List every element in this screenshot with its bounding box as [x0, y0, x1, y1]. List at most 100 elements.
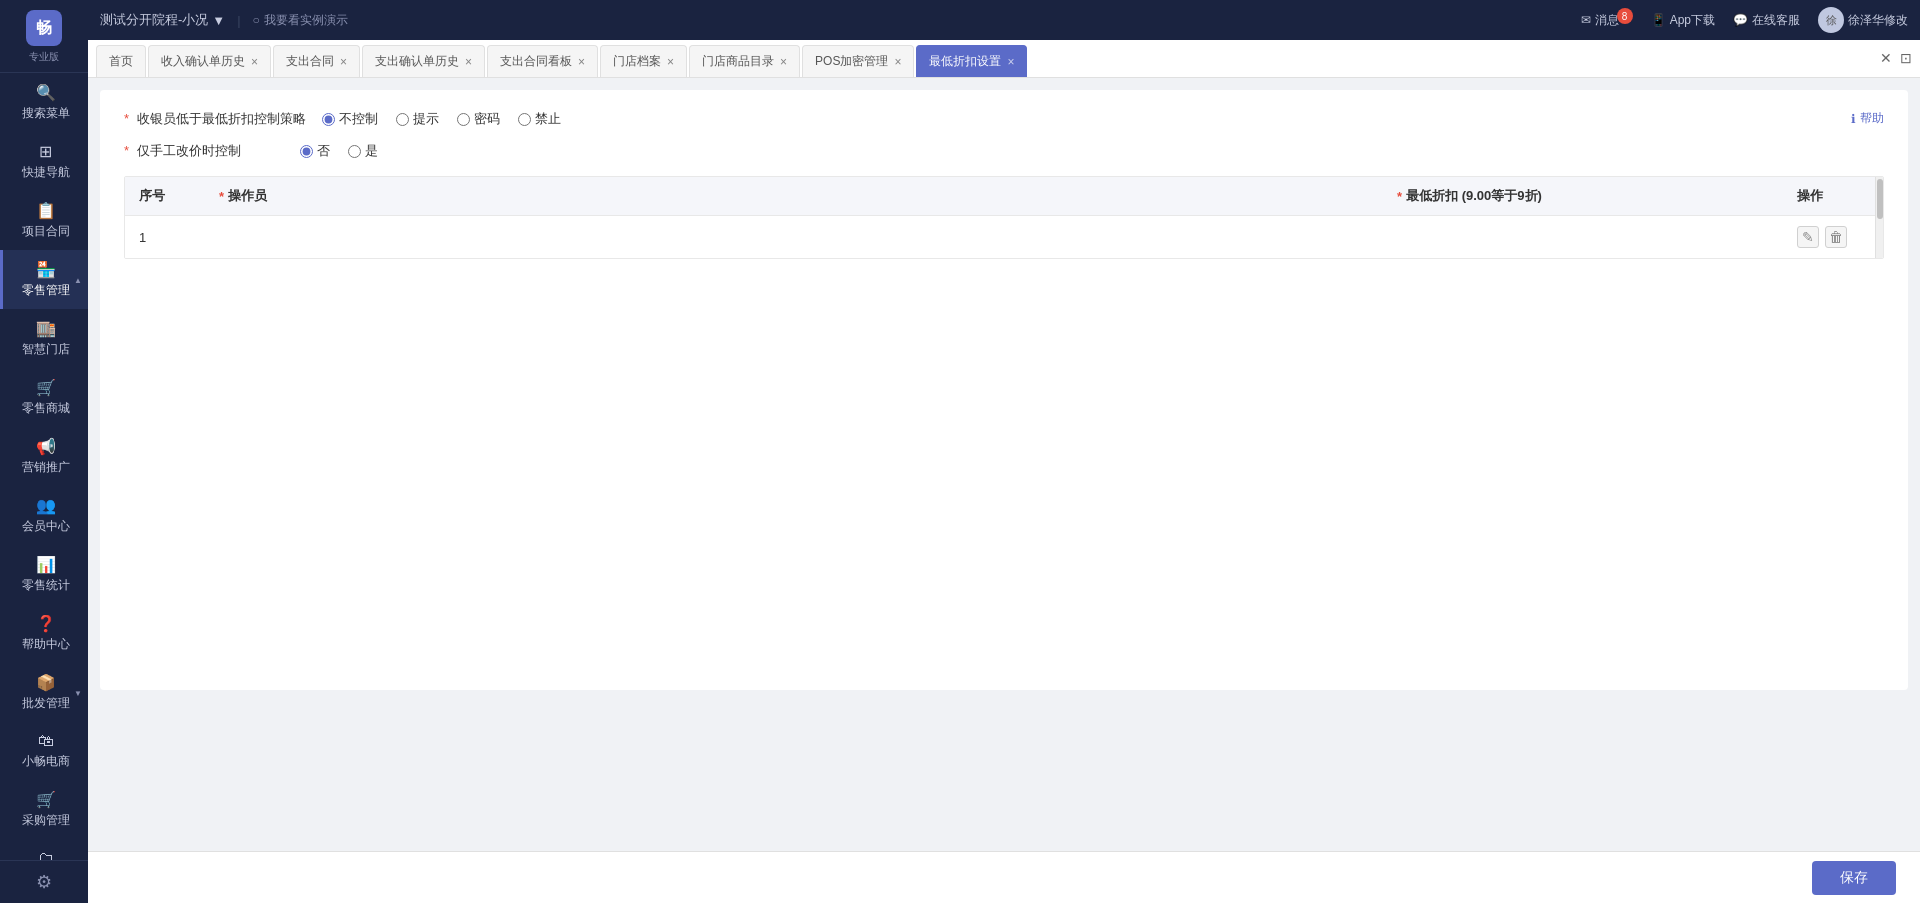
radio-forbid[interactable]: 禁止	[518, 110, 561, 128]
sidebar-item-ecommerce[interactable]: 🛍 小畅电商	[0, 722, 88, 780]
logo-icon: 畅	[26, 10, 62, 46]
tab-close-btn[interactable]: ×	[340, 55, 347, 69]
radio-remind[interactable]: 提示	[396, 110, 439, 128]
th-min-discount: * 最低折扣 (9.00等于9折)	[1383, 177, 1783, 215]
table-scrollbar-thumb[interactable]	[1877, 179, 1883, 219]
message-button[interactable]: ✉ 消息 8	[1581, 12, 1633, 29]
sidebar-item-help[interactable]: ❓ 帮助中心	[0, 604, 88, 663]
radio-password[interactable]: 密码	[457, 110, 500, 128]
app-download-label: App下载	[1670, 12, 1715, 29]
tab-payment-confirm[interactable]: 支出确认单历史 ×	[362, 45, 485, 77]
sidebar-item-search[interactable]: 🔍 搜索菜单	[0, 73, 88, 132]
tab-label: 门店商品目录	[702, 53, 774, 70]
demo-link[interactable]: ○ 我要看实例演示	[253, 12, 348, 29]
tab-close-btn[interactable]: ×	[894, 55, 901, 69]
tab-income-confirm[interactable]: 收入确认单历史 ×	[148, 45, 271, 77]
sidebar-item-label: 零售统计	[22, 577, 70, 594]
sidebar-item-label: 搜索菜单	[22, 105, 70, 122]
shortcut-icon: ⊞	[39, 142, 52, 161]
sidebar-item-label: 营销推广	[22, 459, 70, 476]
sidebar-item-wholesale[interactable]: 📦 批发管理	[0, 663, 88, 722]
app-download-button[interactable]: 📱 App下载	[1651, 12, 1715, 29]
tab-payment-board[interactable]: 支出合同看板×	[487, 45, 598, 77]
sidebar-item-label: 智慧门店	[22, 341, 70, 358]
radio-no-control[interactable]: 不控制	[322, 110, 378, 128]
settings-icon[interactable]: ⚙	[36, 871, 52, 893]
tab-store-archive[interactable]: 门店档案×	[600, 45, 687, 77]
tab-label: 收入确认单历史	[161, 53, 245, 70]
user-name: 徐泽华修改	[1848, 12, 1908, 29]
tab-close-btn[interactable]: ×	[578, 55, 585, 69]
delete-button[interactable]: 🗑	[1825, 226, 1847, 248]
close-tab-icon[interactable]: ✕	[1880, 50, 1892, 66]
online-service-button[interactable]: 💬 在线客服	[1733, 12, 1800, 29]
member-icon: 👥	[36, 496, 56, 515]
sidebar-item-label: 零售管理	[22, 282, 70, 299]
project-selector[interactable]: 测试分开院程-小况 ▼	[100, 11, 225, 29]
discount-table: 序号 * 操作员 * 最低折扣 (9.00等于9折) 操作	[124, 176, 1884, 259]
table-body: 1 ✎ 🗑	[125, 216, 1883, 258]
tab-close-btn[interactable]: ×	[667, 55, 674, 69]
sidebar-item-marketing[interactable]: 📢 营销推广	[0, 427, 88, 486]
sidebar-item-online-store[interactable]: 🛒 零售商城	[0, 368, 88, 427]
sidebar-item-label: 采购管理	[22, 812, 70, 829]
tab-min-discount[interactable]: 最低折扣设置 ×	[916, 45, 1027, 77]
sidebar-item-retail-stats[interactable]: 📊 零售统计	[0, 545, 88, 604]
dropdown-icon: ▼	[212, 13, 225, 28]
online-store-icon: 🛒	[36, 378, 56, 397]
sidebar-item-purchase[interactable]: 🛒 采购管理	[0, 780, 88, 839]
sidebar-item-project[interactable]: 📋 项目合同	[0, 191, 88, 250]
field1-label: * 收银员低于最低折扣控制策略	[124, 110, 306, 128]
retail-icon: 🏪	[36, 260, 56, 279]
tab-store-product[interactable]: 门店商品目录 ×	[689, 45, 800, 77]
radio-no[interactable]: 否	[300, 142, 330, 160]
user-menu[interactable]: 徐 徐泽华修改	[1818, 7, 1908, 33]
tab-pos-password[interactable]: POS加密管理 ×	[802, 45, 914, 77]
sidebar-item-label: 小畅电商	[22, 753, 70, 770]
topbar-left: 测试分开院程-小况 ▼ | ○ 我要看实例演示	[100, 11, 348, 29]
wholesale-icon: 📦	[36, 673, 56, 692]
th-seq: 序号	[125, 177, 205, 215]
sidebar: 畅 专业版 🔍 搜索菜单 ⊞ 快捷导航 📋 项目合同 🏪 零售管理 🏬 智慧门店…	[0, 0, 88, 903]
help-link[interactable]: ℹ 帮助	[1851, 110, 1884, 127]
marketing-icon: 📢	[36, 437, 56, 456]
topbar: 测试分开院程-小况 ▼ | ○ 我要看实例演示 ✉ 消息 8 📱 App下载 💬…	[88, 0, 1920, 40]
project-icon: 📋	[36, 201, 56, 220]
help-icon: ❓	[36, 614, 56, 633]
tab-close-btn[interactable]: ×	[1007, 55, 1014, 69]
cell-operator	[205, 216, 1383, 258]
sidebar-item-inventory[interactable]: 🗂 库存核算	[0, 839, 88, 860]
tab-label: POS加密管理	[815, 53, 888, 70]
demo-text: 我要看实例演示	[264, 12, 348, 29]
tab-close-btn[interactable]: ×	[251, 55, 258, 69]
footer-bar: 保存	[88, 851, 1920, 903]
tab-label: 支出确认单历史	[375, 53, 459, 70]
tab-close-btn[interactable]: ×	[780, 55, 787, 69]
help-icon: ℹ	[1851, 112, 1856, 126]
table-scrollbar[interactable]	[1875, 177, 1883, 258]
sidebar-item-label: 批发管理	[22, 695, 70, 712]
sidebar-item-retail[interactable]: 🏪 零售管理	[0, 250, 88, 309]
th-operator: * 操作员	[205, 177, 1383, 215]
tab-home[interactable]: 首页	[96, 45, 146, 77]
tab-label: 最低折扣设置	[929, 53, 1001, 70]
field1-radio-group: 不控制 提示 密码 禁止	[322, 110, 561, 128]
action-buttons: ✎ 🗑	[1797, 226, 1847, 248]
tab-payment-contract[interactable]: 支出合同×	[273, 45, 360, 77]
inventory-icon: 🗂	[38, 849, 54, 860]
save-button[interactable]: 保存	[1812, 861, 1896, 895]
sidebar-bottom[interactable]: ⚙	[0, 860, 88, 903]
sidebar-item-smart-store[interactable]: 🏬 智慧门店	[0, 309, 88, 368]
sidebar-item-member[interactable]: 👥 会员中心	[0, 486, 88, 545]
project-name: 测试分开院程-小况	[100, 11, 208, 29]
edit-button[interactable]: ✎	[1797, 226, 1819, 248]
sidebar-item-shortcut[interactable]: ⊞ 快捷导航	[0, 132, 88, 191]
settings-card: ℹ 帮助 * 收银员低于最低折扣控制策略 不控制 提示	[100, 90, 1908, 690]
tab-close-btn[interactable]: ×	[465, 55, 472, 69]
sidebar-menu: 🔍 搜索菜单 ⊞ 快捷导航 📋 项目合同 🏪 零售管理 🏬 智慧门店 🛒 零售商…	[0, 73, 88, 860]
search-icon: 🔍	[36, 83, 56, 102]
radio-yes[interactable]: 是	[348, 142, 378, 160]
expand-icon[interactable]: ⊡	[1900, 50, 1912, 66]
avatar: 徐	[1818, 7, 1844, 33]
cell-action: ✎ 🗑	[1783, 216, 1883, 258]
